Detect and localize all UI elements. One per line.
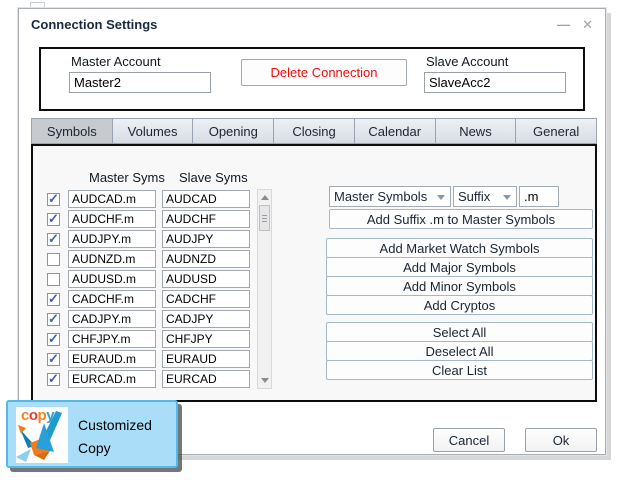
- symbol-checkbox[interactable]: [47, 231, 60, 247]
- symbol-checkbox[interactable]: [47, 351, 60, 367]
- chevron-down-icon: [437, 195, 445, 200]
- symbol-row: [47, 329, 257, 349]
- copy-logo: copy: [16, 407, 68, 463]
- symbol-checkbox[interactable]: [47, 331, 60, 347]
- symbol-row: [47, 269, 257, 289]
- master-sym-input[interactable]: [68, 370, 156, 388]
- master-account-input[interactable]: [69, 72, 211, 93]
- symbol-row: [47, 289, 257, 309]
- symbol-row: [47, 369, 257, 389]
- tab-general[interactable]: General: [516, 118, 598, 144]
- master-sym-input[interactable]: [68, 290, 156, 308]
- suffix-mode-value: Suffix: [458, 189, 491, 204]
- branding-caption-line2: Copy: [78, 440, 111, 456]
- slave-account-input[interactable]: [424, 72, 566, 93]
- tab-calendar[interactable]: Calendar: [354, 118, 436, 144]
- slave-syms-header: Slave Syms: [179, 170, 248, 185]
- symbols-panel: Master Syms Slave Syms Master Symbols Su…: [31, 144, 597, 402]
- list-action-button-group: Select All Deselect All Clear List: [326, 322, 593, 380]
- add-minor-symbols-button[interactable]: Add Minor Symbols: [326, 276, 593, 296]
- select-all-button[interactable]: Select All: [326, 322, 593, 342]
- tab-closing[interactable]: Closing: [274, 118, 355, 144]
- symbol-list-scrollbar[interactable]: [257, 189, 272, 389]
- cancel-button[interactable]: Cancel: [433, 428, 505, 452]
- symbol-checkbox[interactable]: [47, 191, 60, 207]
- clear-list-button[interactable]: Clear List: [326, 360, 593, 380]
- copy-wordmark: copy: [21, 407, 55, 425]
- symbol-row: [47, 249, 257, 269]
- account-group: Master Account Delete Connection Slave A…: [39, 47, 585, 111]
- branding-caption: Customized Copy: [78, 414, 152, 460]
- logo-letter: o: [28, 407, 38, 424]
- scroll-down-icon[interactable]: [261, 378, 269, 383]
- suffix-mode-select[interactable]: Suffix: [453, 186, 517, 207]
- symbol-row: [47, 309, 257, 329]
- tab-symbols[interactable]: Symbols: [31, 118, 113, 144]
- master-sym-input[interactable]: [68, 350, 156, 368]
- slave-sym-input[interactable]: [162, 190, 250, 208]
- symbol-checkbox[interactable]: [47, 211, 60, 227]
- master-sym-input[interactable]: [68, 190, 156, 208]
- branding-caption-line1: Customized: [78, 417, 152, 433]
- symbol-row: [47, 349, 257, 369]
- master-syms-header: Master Syms: [89, 170, 165, 185]
- master-account-label: Master Account: [71, 54, 161, 69]
- slave-sym-input[interactable]: [162, 230, 250, 248]
- screen: Connection Settings — ✕ Master Account D…: [0, 0, 640, 480]
- symbol-row: [47, 229, 257, 249]
- target-symbols-value: Master Symbols: [334, 189, 428, 204]
- slave-sym-input[interactable]: [162, 330, 250, 348]
- slave-sym-input[interactable]: [162, 310, 250, 328]
- tab-opening[interactable]: Opening: [193, 118, 275, 144]
- tab-news[interactable]: News: [435, 118, 517, 144]
- master-sym-input[interactable]: [68, 310, 156, 328]
- master-sym-input[interactable]: [68, 270, 156, 288]
- target-symbols-select[interactable]: Master Symbols: [329, 186, 451, 207]
- tab-volumes[interactable]: Volumes: [112, 118, 194, 144]
- add-market-watch-symbols-button[interactable]: Add Market Watch Symbols: [326, 238, 593, 258]
- minimize-icon[interactable]: —: [557, 18, 570, 31]
- master-sym-input[interactable]: [68, 250, 156, 268]
- title-bar: Connection Settings — ✕: [19, 9, 605, 39]
- symbol-row: [47, 189, 257, 209]
- branding-card: copy Customized Copy: [6, 400, 178, 468]
- symbol-checkbox[interactable]: [47, 272, 60, 286]
- slave-sym-input[interactable]: [162, 270, 250, 288]
- add-cryptos-button[interactable]: Add Cryptos: [326, 295, 593, 315]
- chevron-down-icon: [503, 195, 511, 200]
- add-suffix-button[interactable]: Add Suffix .m to Master Symbols: [329, 209, 593, 229]
- tab-bar: Symbols Volumes Opening Closing Calendar News…: [31, 118, 598, 144]
- symbol-list: [47, 189, 257, 389]
- window-controls: — ✕: [557, 9, 593, 39]
- add-major-symbols-button[interactable]: Add Major Symbols: [326, 257, 593, 277]
- slave-sym-input[interactable]: [162, 290, 250, 308]
- logo-letter: p: [37, 407, 47, 424]
- logo-letter: c: [21, 407, 29, 424]
- delete-connection-button[interactable]: Delete Connection: [241, 59, 407, 86]
- ok-button[interactable]: Ok: [525, 428, 597, 452]
- symbol-checkbox[interactable]: [47, 371, 60, 387]
- suffix-input[interactable]: [519, 186, 559, 207]
- deselect-all-button[interactable]: Deselect All: [326, 341, 593, 361]
- slave-sym-input[interactable]: [162, 250, 250, 268]
- connection-settings-dialog: Connection Settings — ✕ Master Account D…: [18, 8, 606, 455]
- symbol-checkbox[interactable]: [47, 291, 60, 307]
- slave-sym-input[interactable]: [162, 370, 250, 388]
- slave-sym-input[interactable]: [162, 350, 250, 368]
- window-title: Connection Settings: [31, 16, 158, 32]
- master-sym-input[interactable]: [68, 230, 156, 248]
- symbol-checkbox[interactable]: [47, 252, 60, 266]
- scrollbar-thumb[interactable]: [259, 205, 270, 231]
- close-icon[interactable]: ✕: [582, 18, 593, 31]
- logo-letter: y: [46, 407, 55, 424]
- master-sym-input[interactable]: [68, 330, 156, 348]
- symbol-row: [47, 209, 257, 229]
- slave-account-label: Slave Account: [426, 54, 509, 69]
- master-sym-input[interactable]: [68, 210, 156, 228]
- add-symbols-button-group: Add Market Watch Symbols Add Major Symbol…: [326, 238, 593, 315]
- slave-sym-input[interactable]: [162, 210, 250, 228]
- symbol-checkbox[interactable]: [47, 311, 60, 327]
- scroll-up-icon[interactable]: [261, 195, 269, 200]
